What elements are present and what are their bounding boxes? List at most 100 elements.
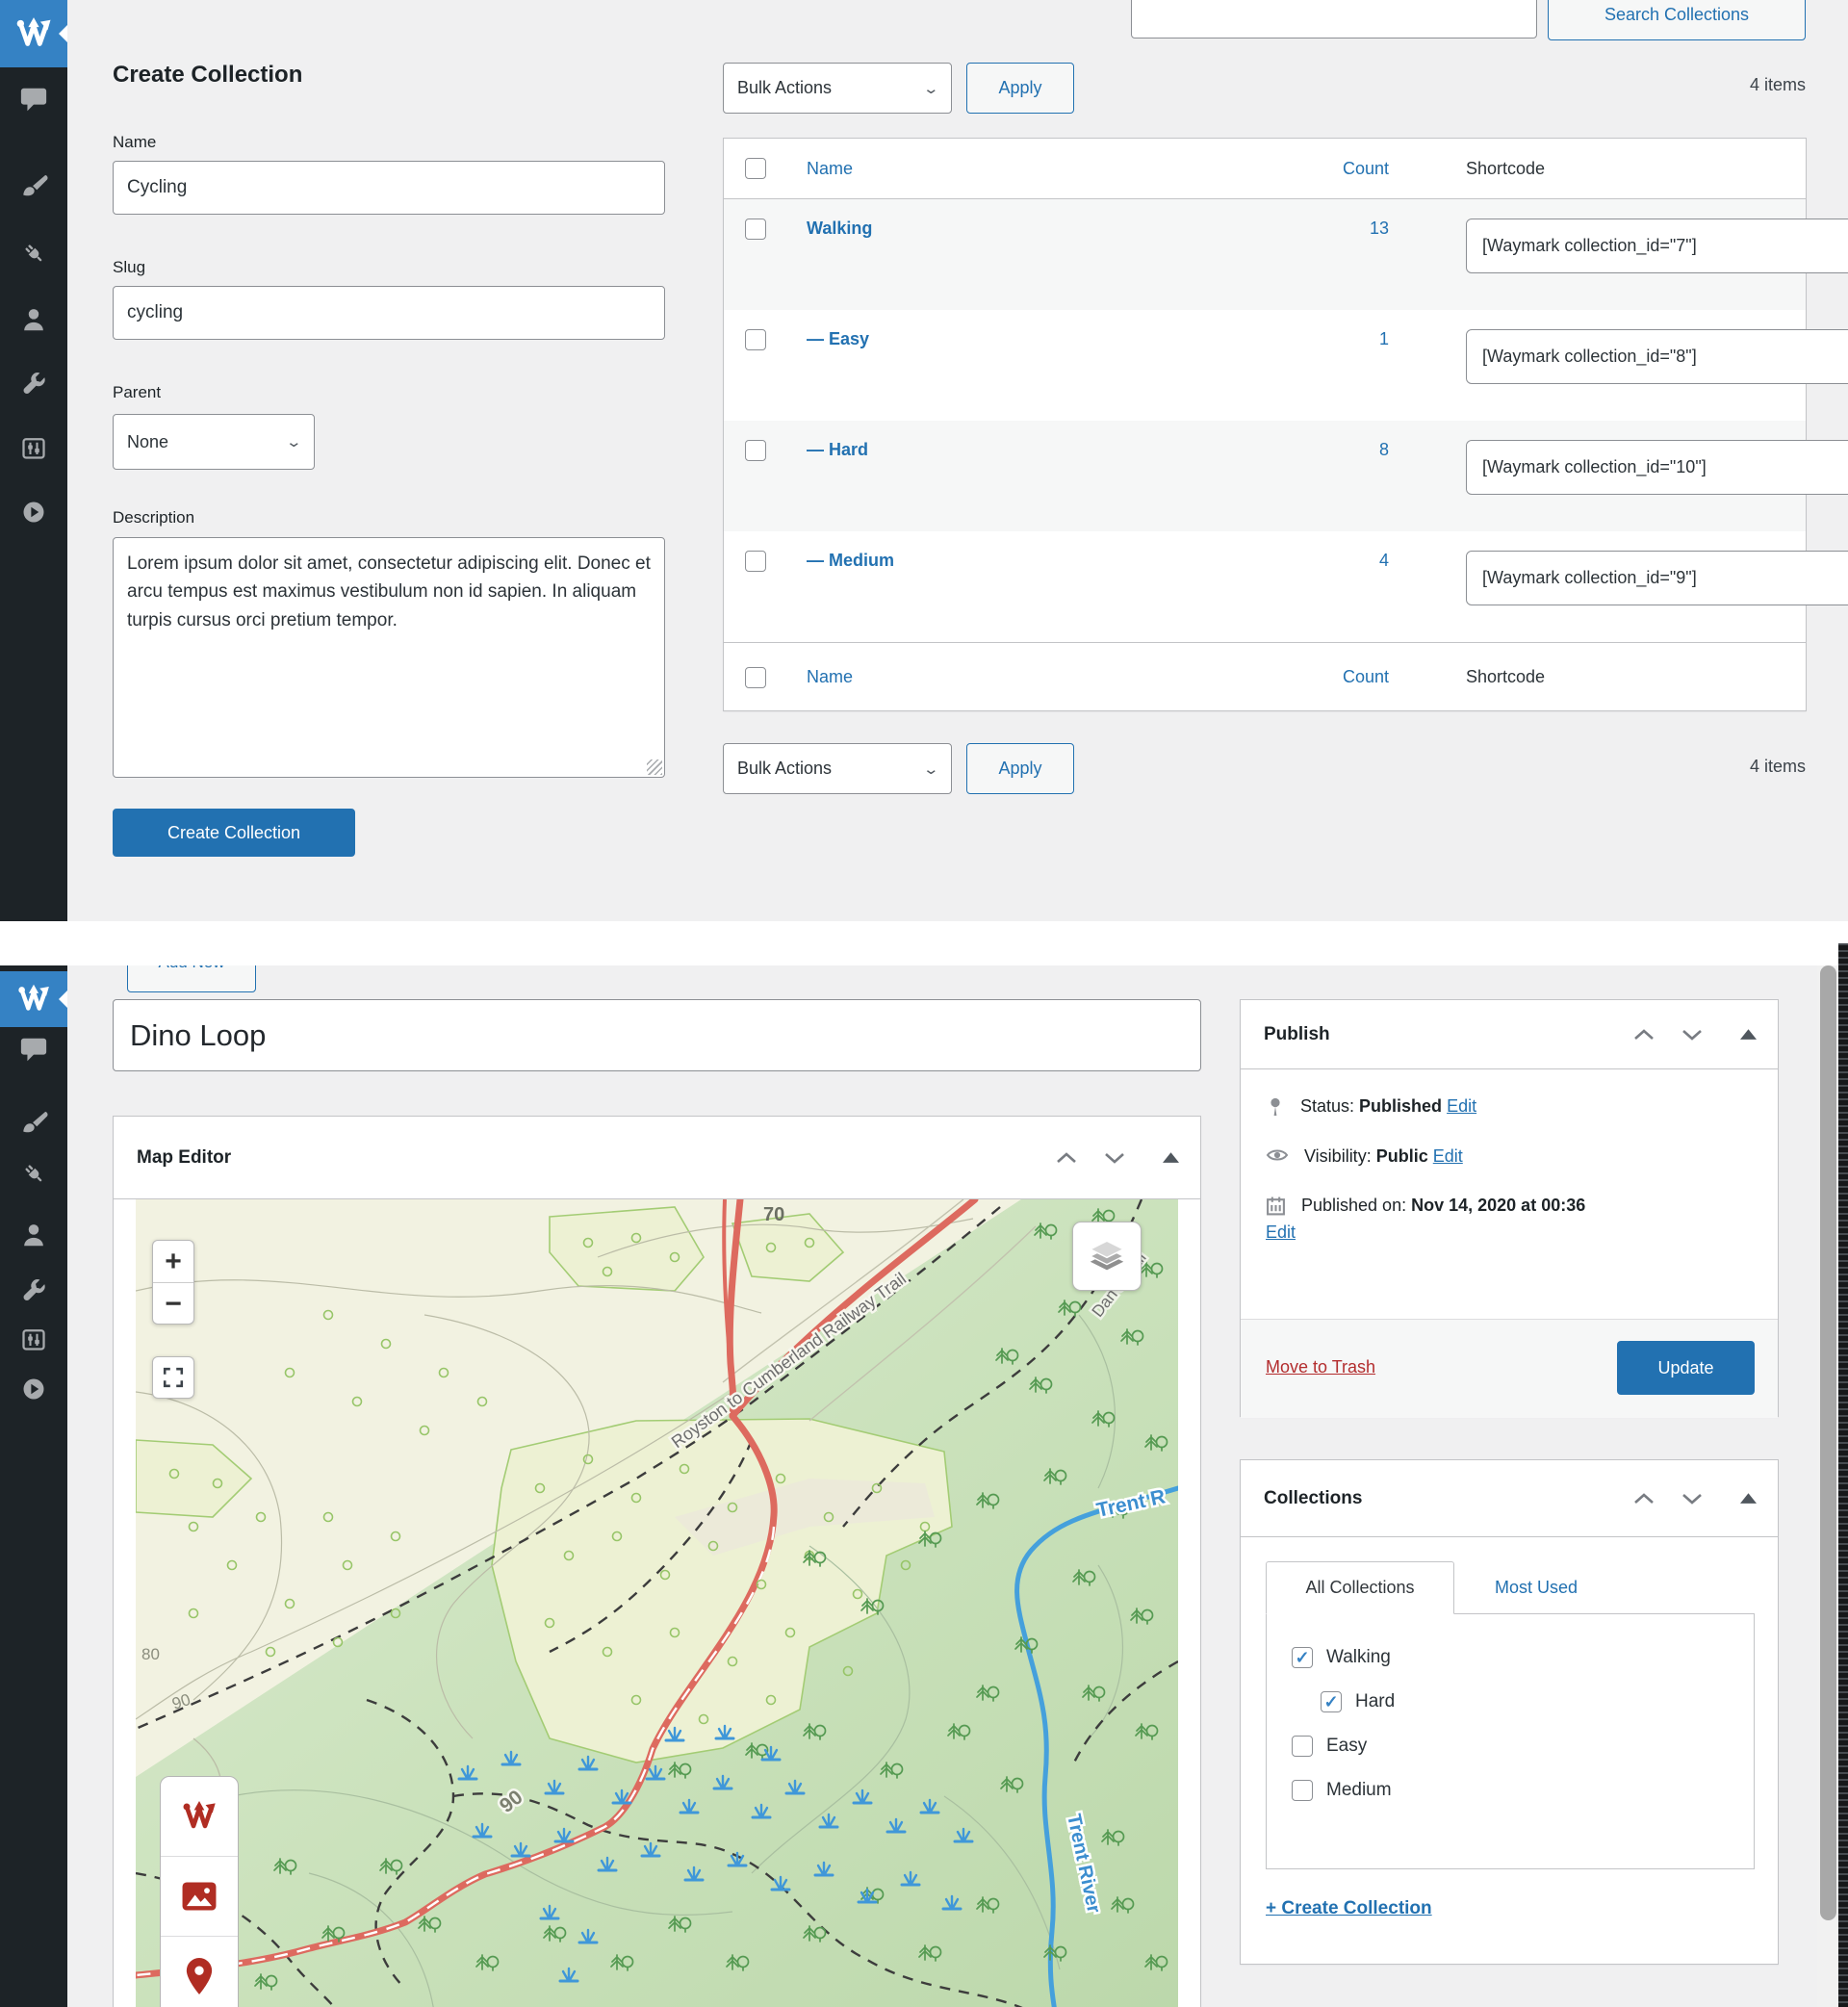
- collection-name-link[interactable]: — Hard: [807, 440, 868, 459]
- checkbox-checked[interactable]: ✓: [1292, 1647, 1313, 1668]
- admin-sidebar: [0, 965, 67, 2007]
- collection-count-link[interactable]: 8: [1379, 440, 1389, 459]
- move-down-icon[interactable]: [1681, 1028, 1704, 1042]
- description-field[interactable]: Lorem ipsum dolor sit amet, consectetur …: [113, 537, 665, 778]
- toggle-panel-icon[interactable]: [1163, 1152, 1179, 1163]
- apply-button-bottom[interactable]: Apply: [966, 743, 1074, 794]
- publish-header[interactable]: Publish: [1241, 1000, 1778, 1069]
- collapse-menu-icon[interactable]: [19, 1375, 48, 1403]
- checkbox-unchecked[interactable]: [1292, 1780, 1313, 1801]
- update-button[interactable]: Update: [1617, 1341, 1755, 1395]
- move-up-icon[interactable]: [1055, 1151, 1078, 1165]
- select-all-checkbox[interactable]: [745, 158, 766, 179]
- publish-footer: Move to Trash Update: [1241, 1319, 1778, 1418]
- comments-icon[interactable]: [19, 85, 48, 114]
- edit-published-date-link[interactable]: Edit: [1266, 1222, 1296, 1242]
- collection-count-link[interactable]: 13: [1370, 219, 1389, 238]
- collection-name-link[interactable]: Walking: [807, 219, 872, 238]
- tab-all-collections[interactable]: All Collections: [1266, 1561, 1454, 1614]
- scrollbar-thumb[interactable]: [1820, 965, 1836, 1920]
- image-icon: [181, 1881, 218, 1912]
- collapse-menu-icon[interactable]: [19, 498, 48, 527]
- move-down-icon[interactable]: [1681, 1492, 1704, 1505]
- column-footer-name[interactable]: Name: [807, 667, 853, 687]
- column-header-name[interactable]: Name: [807, 159, 853, 179]
- shortcode-input[interactable]: [1466, 551, 1848, 605]
- collection-name-link[interactable]: — Medium: [807, 551, 894, 570]
- layers-control[interactable]: [1072, 1222, 1142, 1291]
- search-collections-button[interactable]: Search Collections: [1548, 0, 1806, 40]
- move-up-icon[interactable]: [1632, 1028, 1656, 1042]
- column-header-count[interactable]: Count: [1343, 159, 1389, 179]
- bulk-actions-select-top[interactable]: Bulk Actions ⌄: [723, 63, 952, 114]
- edit-visibility-link[interactable]: Edit: [1433, 1146, 1463, 1166]
- collections-header[interactable]: Collections: [1241, 1460, 1778, 1537]
- toggle-panel-icon[interactable]: [1740, 1029, 1757, 1040]
- shortcode-input[interactable]: [1466, 219, 1848, 273]
- edit-status-link[interactable]: Edit: [1447, 1096, 1476, 1116]
- photo-mode-button[interactable]: [161, 1857, 238, 1937]
- page-title: Create Collection: [113, 62, 302, 89]
- screenshot-root: Search Collections Create Collection Nam…: [0, 0, 1848, 2007]
- table-row: Walking 13: [724, 199, 1806, 310]
- marker-mode-button[interactable]: [161, 1937, 238, 2007]
- tools-icon[interactable]: [19, 371, 48, 399]
- checkbox-checked[interactable]: ✓: [1321, 1691, 1342, 1712]
- parent-label: Parent: [113, 383, 161, 402]
- parent-select[interactable]: None ⌄: [113, 414, 315, 470]
- plugins-icon[interactable]: [19, 239, 48, 268]
- create-collection-label: Create Collection: [167, 823, 300, 843]
- publish-title: Publish: [1264, 1024, 1330, 1045]
- shortcode-input[interactable]: [1466, 329, 1848, 384]
- settings-icon[interactable]: [19, 433, 48, 462]
- row-checkbox[interactable]: [745, 329, 766, 350]
- add-new-button[interactable]: Add New: [127, 965, 256, 992]
- collection-name-link[interactable]: — Easy: [807, 329, 869, 348]
- column-footer-count[interactable]: Count: [1343, 667, 1389, 687]
- plugins-icon[interactable]: [19, 1159, 48, 1188]
- users-icon[interactable]: [19, 1221, 48, 1249]
- comments-icon[interactable]: [19, 1035, 48, 1064]
- post-title-value: Dino Loop: [130, 1018, 266, 1053]
- appearance-icon[interactable]: [19, 1109, 48, 1138]
- map-editor-header[interactable]: Map Editor: [114, 1117, 1200, 1199]
- post-title-input[interactable]: Dino Loop: [113, 999, 1201, 1071]
- zoom-in-button[interactable]: +: [153, 1241, 193, 1283]
- move-to-trash-link[interactable]: Move to Trash: [1266, 1357, 1375, 1377]
- users-icon[interactable]: [19, 305, 48, 334]
- create-collection-button[interactable]: Create Collection: [113, 809, 355, 857]
- zoom-out-button[interactable]: −: [153, 1283, 193, 1325]
- toggle-panel-icon[interactable]: [1740, 1493, 1757, 1504]
- move-up-icon[interactable]: [1632, 1492, 1656, 1505]
- appearance-icon[interactable]: [19, 172, 48, 201]
- row-checkbox[interactable]: [745, 219, 766, 240]
- sidebar-item-waymark[interactable]: [0, 0, 67, 67]
- tools-icon[interactable]: [19, 1277, 48, 1306]
- bulk-actions-select-bottom[interactable]: Bulk Actions ⌄: [723, 743, 952, 794]
- select-all-checkbox-bottom[interactable]: [745, 667, 766, 688]
- collection-checkbox-label: Walking: [1326, 1647, 1391, 1668]
- move-down-icon[interactable]: [1103, 1151, 1126, 1165]
- sidebar-item-waymark[interactable]: [0, 971, 67, 1027]
- apply-button-top[interactable]: Apply: [966, 63, 1074, 114]
- search-collections-input[interactable]: [1131, 0, 1537, 39]
- collection-count-link[interactable]: 4: [1379, 551, 1389, 570]
- settings-icon[interactable]: [19, 1325, 48, 1353]
- bulk-actions-value: Bulk Actions: [737, 759, 832, 779]
- slug-field[interactable]: cycling: [113, 286, 665, 340]
- textarea-resize-handle[interactable]: [647, 759, 662, 775]
- checkbox-unchecked[interactable]: [1292, 1736, 1313, 1757]
- name-field[interactable]: Cycling: [113, 161, 665, 215]
- tab-most-used[interactable]: Most Used: [1464, 1561, 1608, 1614]
- collection-count-link[interactable]: 1: [1379, 329, 1389, 348]
- shortcode-input[interactable]: [1466, 440, 1848, 495]
- table-header-row: Name Count Shortcode: [724, 139, 1806, 199]
- fullscreen-button[interactable]: [152, 1356, 194, 1399]
- create-collection-link[interactable]: + Create Collection: [1266, 1898, 1432, 1919]
- waymark-mode-button[interactable]: [161, 1777, 238, 1857]
- map-canvas[interactable]: 70 80 90 90 Royston to Cumberland Railwa…: [136, 1199, 1178, 2007]
- chevron-down-icon: ⌄: [923, 760, 940, 778]
- row-checkbox[interactable]: [745, 440, 766, 461]
- row-checkbox[interactable]: [745, 551, 766, 572]
- description-field-wrap: Lorem ipsum dolor sit amet, consectetur …: [113, 537, 665, 778]
